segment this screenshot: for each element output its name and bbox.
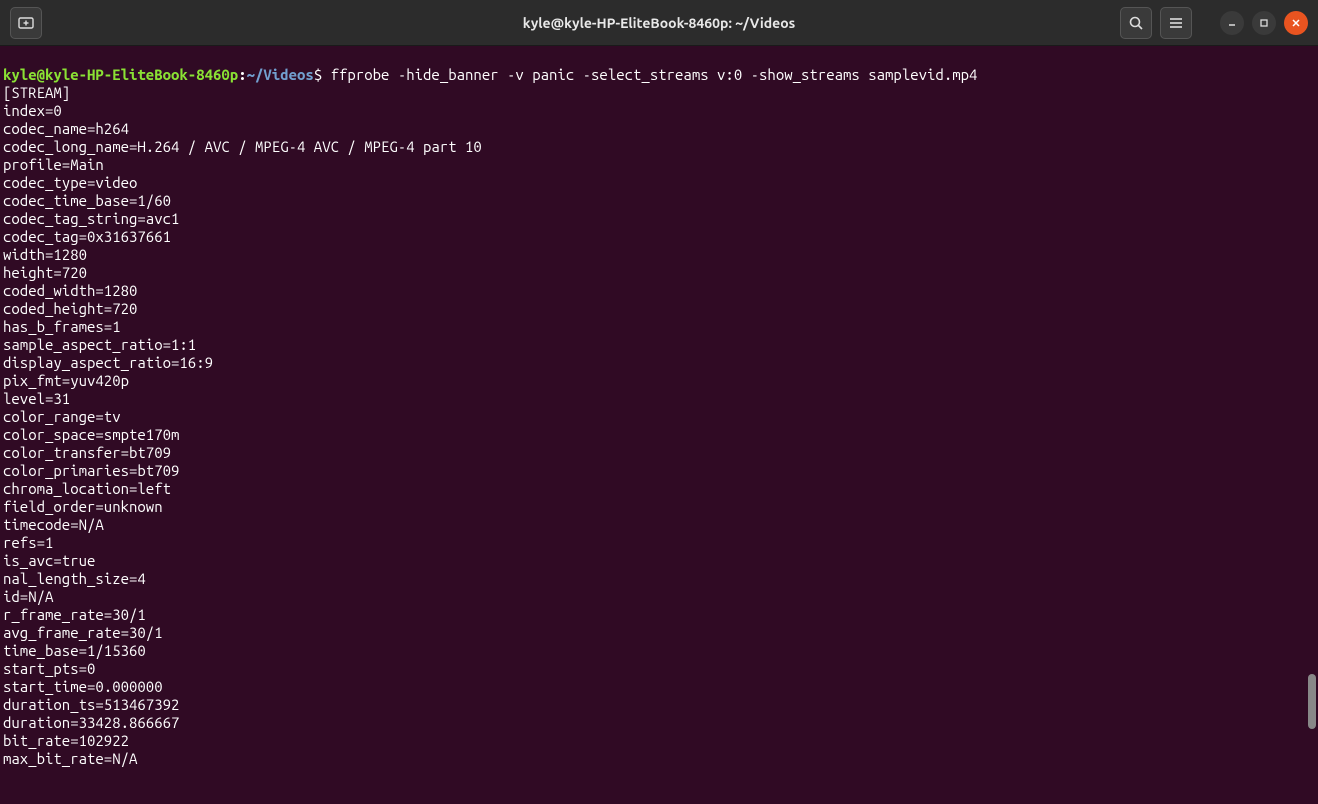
- prompt-symbol: $: [314, 66, 322, 83]
- output-line: has_b_frames=1: [3, 318, 1315, 336]
- search-button[interactable]: [1120, 7, 1152, 39]
- output-line: coded_width=1280: [3, 282, 1315, 300]
- output-line: codec_name=h264: [3, 120, 1315, 138]
- titlebar-left-group: [10, 7, 42, 39]
- titlebar-right-group: [1120, 7, 1308, 39]
- output-line: sample_aspect_ratio=1:1: [3, 336, 1315, 354]
- output-line: codec_type=video: [3, 174, 1315, 192]
- prompt-user-host: kyle@kyle-HP-EliteBook-8460p: [3, 66, 238, 83]
- output-line: r_frame_rate=30/1: [3, 606, 1315, 624]
- output-line: display_aspect_ratio=16:9: [3, 354, 1315, 372]
- output-line: start_pts=0: [3, 660, 1315, 678]
- terminal-body[interactable]: kyle@kyle-HP-EliteBook-8460p:~/Videos$ f…: [0, 46, 1318, 741]
- minimize-button[interactable]: [1220, 11, 1244, 35]
- output-line: width=1280: [3, 246, 1315, 264]
- command-text: ffprobe -hide_banner -v panic -select_st…: [322, 66, 977, 83]
- output-container: [STREAM]index=0codec_name=h264codec_long…: [3, 84, 1315, 768]
- scrollbar-thumb[interactable]: [1308, 674, 1316, 729]
- window-title: kyle@kyle-HP-EliteBook-8460p: ~/Videos: [523, 15, 795, 31]
- output-line: color_primaries=bt709: [3, 462, 1315, 480]
- output-line: duration=33428.866667: [3, 714, 1315, 732]
- output-line: codec_tag_string=avc1: [3, 210, 1315, 228]
- output-line: coded_height=720: [3, 300, 1315, 318]
- output-line: color_transfer=bt709: [3, 444, 1315, 462]
- new-tab-button[interactable]: [10, 7, 42, 39]
- output-line: codec_tag=0x31637661: [3, 228, 1315, 246]
- output-line: id=N/A: [3, 588, 1315, 606]
- output-line: timecode=N/A: [3, 516, 1315, 534]
- output-line: codec_long_name=H.264 / AVC / MPEG-4 AVC…: [3, 138, 1315, 156]
- output-line: level=31: [3, 390, 1315, 408]
- output-line: duration_ts=513467392: [3, 696, 1315, 714]
- output-line: height=720: [3, 264, 1315, 282]
- output-line: chroma_location=left: [3, 480, 1315, 498]
- close-icon: [1291, 18, 1301, 28]
- output-line: profile=Main: [3, 156, 1315, 174]
- output-line: pix_fmt=yuv420p: [3, 372, 1315, 390]
- search-icon: [1128, 15, 1144, 31]
- output-line: [STREAM]: [3, 84, 1315, 102]
- menu-button[interactable]: [1160, 7, 1192, 39]
- hamburger-icon: [1168, 15, 1184, 31]
- close-button[interactable]: [1284, 11, 1308, 35]
- new-tab-icon: [18, 15, 34, 31]
- prompt-path: ~/Videos: [247, 66, 314, 83]
- output-line: is_avc=true: [3, 552, 1315, 570]
- output-line: start_time=0.000000: [3, 678, 1315, 696]
- output-line: index=0: [3, 102, 1315, 120]
- maximize-icon: [1259, 18, 1269, 28]
- prompt-separator: :: [238, 66, 246, 83]
- output-line: color_space=smpte170m: [3, 426, 1315, 444]
- output-line: color_range=tv: [3, 408, 1315, 426]
- output-line: time_base=1/15360: [3, 642, 1315, 660]
- output-line: field_order=unknown: [3, 498, 1315, 516]
- output-line: nal_length_size=4: [3, 570, 1315, 588]
- output-line: refs=1: [3, 534, 1315, 552]
- output-line: codec_time_base=1/60: [3, 192, 1315, 210]
- titlebar: kyle@kyle-HP-EliteBook-8460p: ~/Videos: [0, 0, 1318, 46]
- output-line: max_bit_rate=N/A: [3, 750, 1315, 768]
- output-line: bit_rate=102922: [3, 732, 1315, 750]
- output-line: avg_frame_rate=30/1: [3, 624, 1315, 642]
- maximize-button[interactable]: [1252, 11, 1276, 35]
- minimize-icon: [1227, 18, 1237, 28]
